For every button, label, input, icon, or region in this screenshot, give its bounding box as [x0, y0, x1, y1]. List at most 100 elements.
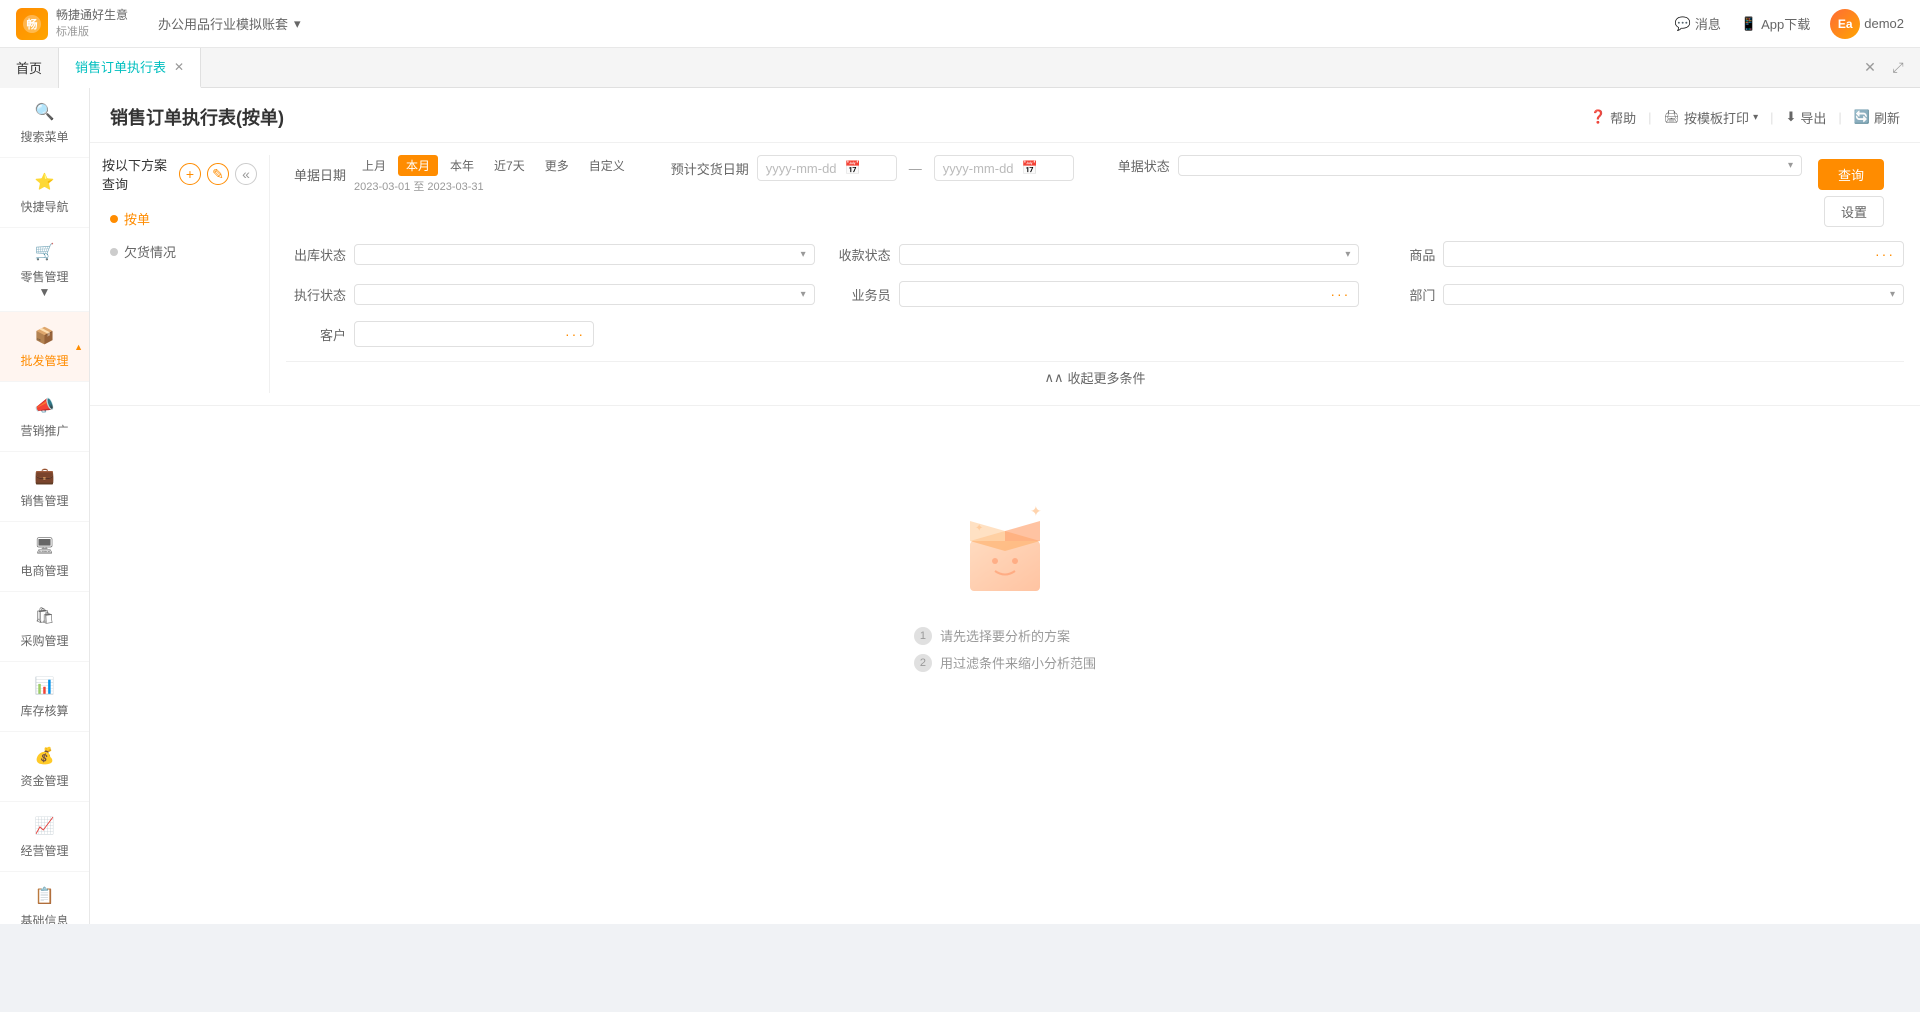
filter-item-by-order-label: 按单: [124, 209, 150, 228]
header-right: 💬 消息 📱 App下载 Ea demo2: [1675, 9, 1904, 39]
window-close-button[interactable]: ✕: [1860, 58, 1880, 78]
filter-sidebar: 按以下方案查询 + ✎ «: [90, 155, 270, 393]
search-label: 搜索菜单: [20, 128, 68, 145]
ship-status-label: 出库状态: [286, 245, 346, 264]
tip-text-2: 用过滤条件来缩小分析范围: [940, 653, 1096, 672]
tab-sales-order[interactable]: 销售订单执行表 ✕: [59, 48, 201, 88]
sidebar-item-sales[interactable]: 💼 销售管理: [0, 452, 89, 522]
date-tab-last-month[interactable]: 上月: [354, 155, 394, 176]
retail-label: 零售管理: [20, 268, 68, 285]
tab-home[interactable]: 首页: [0, 48, 59, 88]
refresh-label: 刷新: [1874, 108, 1900, 127]
sidebar-item-wholesale[interactable]: 📦 批发管理: [0, 312, 89, 382]
exec-status-select[interactable]: ▾: [354, 284, 815, 305]
basic-label: 基础信息: [20, 912, 68, 924]
sidebar-item-basic[interactable]: 📋 基础信息: [0, 872, 89, 924]
sidebar-item-finance[interactable]: 💰 资金管理: [0, 732, 89, 802]
ship-status-arrow: ▾: [801, 249, 806, 260]
sidebar: 🔍 搜索菜单 ⭐ 快捷导航 🛒 零售管理 📦 批发管理 📣 营销推广 💼 销售管…: [0, 88, 90, 924]
tab-bar: 首页 销售订单执行表 ✕ ✕ ⤢: [0, 48, 1920, 88]
finance-icon: 💰: [33, 744, 57, 768]
department-arrow: ▾: [1890, 289, 1895, 300]
expected-date-to-placeholder: yyyy-mm-dd: [943, 161, 1014, 176]
operation-icon: 📈: [33, 814, 57, 838]
filter-row-4: 客户 ···: [286, 321, 1904, 347]
export-label: 导出: [1800, 108, 1826, 127]
payment-status-select[interactable]: ▾: [899, 244, 1360, 265]
collapse-filters-button[interactable]: ∧∧ 收起更多条件: [286, 361, 1904, 393]
expected-date-from[interactable]: yyyy-mm-dd 📅: [757, 155, 897, 181]
logo-area[interactable]: 畅 畅捷通好生意 标准版: [16, 8, 128, 40]
date-tab-more[interactable]: 更多: [537, 155, 577, 176]
salesman-select[interactable]: ···: [899, 281, 1360, 307]
date-tab-7days[interactable]: 近7天: [486, 155, 533, 176]
help-button[interactable]: ❓ 帮助: [1590, 108, 1636, 127]
sidebar-item-ecommerce[interactable]: 🖥 电商管理: [0, 522, 89, 592]
finance-label: 资金管理: [20, 772, 68, 789]
svg-text:✦: ✦: [1030, 503, 1042, 519]
message-label: 消息: [1695, 14, 1721, 33]
search-button[interactable]: 查询: [1818, 159, 1884, 190]
tip-num-1: 1: [914, 627, 932, 645]
collapse-label: 收起更多条件: [1068, 368, 1146, 387]
filter-edit-button[interactable]: ✎: [207, 163, 229, 185]
breadcrumb[interactable]: 办公用品行业模拟账套 ▾: [158, 14, 301, 33]
filter-collapse-button[interactable]: «: [235, 163, 257, 185]
logo-text: 畅捷通好生意: [56, 8, 128, 24]
app-download-button[interactable]: 📱 App下载: [1741, 14, 1810, 33]
date-tab-this-year[interactable]: 本年: [442, 155, 482, 176]
template-print-button[interactable]: 🖨 按模板打印 ▾: [1664, 108, 1759, 127]
sidebar-shortcut[interactable]: ⭐ 快捷导航: [0, 158, 89, 228]
filter-item-shortage-label: 欠货情况: [124, 242, 176, 261]
message-button[interactable]: 💬 消息: [1675, 14, 1721, 33]
window-controls: ✕ ⤢: [1860, 58, 1920, 78]
filter-add-button[interactable]: +: [179, 163, 201, 185]
department-select[interactable]: ▾: [1443, 284, 1904, 305]
salesman-dots: ···: [1330, 286, 1350, 302]
purchase-label: 采购管理: [20, 632, 68, 649]
empty-illustration: ✦ ✦: [945, 486, 1065, 606]
filter-section: 按以下方案查询 + ✎ «: [90, 143, 1920, 406]
empty-state: ✦ ✦ 1 请先选择要分析的方案 2 用过滤条件来缩: [90, 406, 1920, 752]
date-tab-this-month[interactable]: 本月: [398, 155, 438, 176]
export-button[interactable]: ⬇ 导出: [1785, 108, 1826, 127]
empty-tip-2: 2 用过滤条件来缩小分析范围: [914, 653, 1096, 672]
marketing-label: 营销推广: [20, 422, 68, 439]
help-label: 帮助: [1610, 108, 1636, 127]
doc-status-label: 单据状态: [1110, 156, 1170, 175]
tab-close-icon[interactable]: ✕: [174, 60, 184, 74]
sidebar-item-purchase[interactable]: 🛍 采购管理: [0, 592, 89, 662]
window-expand-button[interactable]: ⤢: [1888, 58, 1908, 78]
department-label: 部门: [1375, 285, 1435, 304]
message-icon: 💬: [1675, 16, 1691, 32]
sidebar-item-operation[interactable]: 📈 经营管理: [0, 802, 89, 872]
refresh-button[interactable]: 🔄 刷新: [1854, 108, 1900, 127]
refresh-icon: 🔄: [1854, 109, 1870, 125]
date-label: 单据日期: [286, 165, 346, 184]
sidebar-item-inventory[interactable]: 📊 库存核算: [0, 662, 89, 732]
sidebar-item-marketing[interactable]: 📣 营销推广: [0, 382, 89, 452]
shortcut-label: 快捷导航: [20, 198, 68, 215]
sidebar-search[interactable]: 🔍 搜索菜单: [0, 88, 89, 158]
ecommerce-icon: 🖥: [33, 534, 57, 558]
settings-button[interactable]: 设置: [1824, 196, 1884, 227]
goods-select[interactable]: ···: [1443, 241, 1904, 267]
filter-item-shortage[interactable]: 欠货情况: [102, 236, 257, 267]
main-layout: 🔍 搜索菜单 ⭐ 快捷导航 🛒 零售管理 📦 批发管理 📣 营销推广 💼 销售管…: [0, 88, 1920, 924]
expected-date-to[interactable]: yyyy-mm-dd 📅: [934, 155, 1074, 181]
ship-status-select[interactable]: ▾: [354, 244, 815, 265]
filter-item-by-order[interactable]: 按单: [102, 203, 257, 234]
expected-date-from-placeholder: yyyy-mm-dd: [766, 161, 837, 176]
doc-status-select[interactable]: ▾: [1178, 155, 1802, 176]
tip-num-2: 2: [914, 654, 932, 672]
page-header: 销售订单执行表(按单) ❓ 帮助 | 🖨 按模板打印 ▾ | ⬇: [90, 88, 1920, 143]
breadcrumb-arrow: ▾: [294, 16, 301, 32]
user-area[interactable]: Ea demo2: [1830, 9, 1904, 39]
sidebar-item-retail[interactable]: 🛒 零售管理: [0, 228, 89, 312]
date-tab-custom[interactable]: 自定义: [581, 155, 633, 176]
filter-sidebar-header: 按以下方案查询 + ✎ «: [102, 155, 257, 193]
inventory-label: 库存核算: [20, 702, 68, 719]
app-download-label: App下载: [1761, 14, 1810, 33]
empty-tip-1: 1 请先选择要分析的方案: [914, 626, 1096, 645]
customer-select[interactable]: ···: [354, 321, 594, 347]
